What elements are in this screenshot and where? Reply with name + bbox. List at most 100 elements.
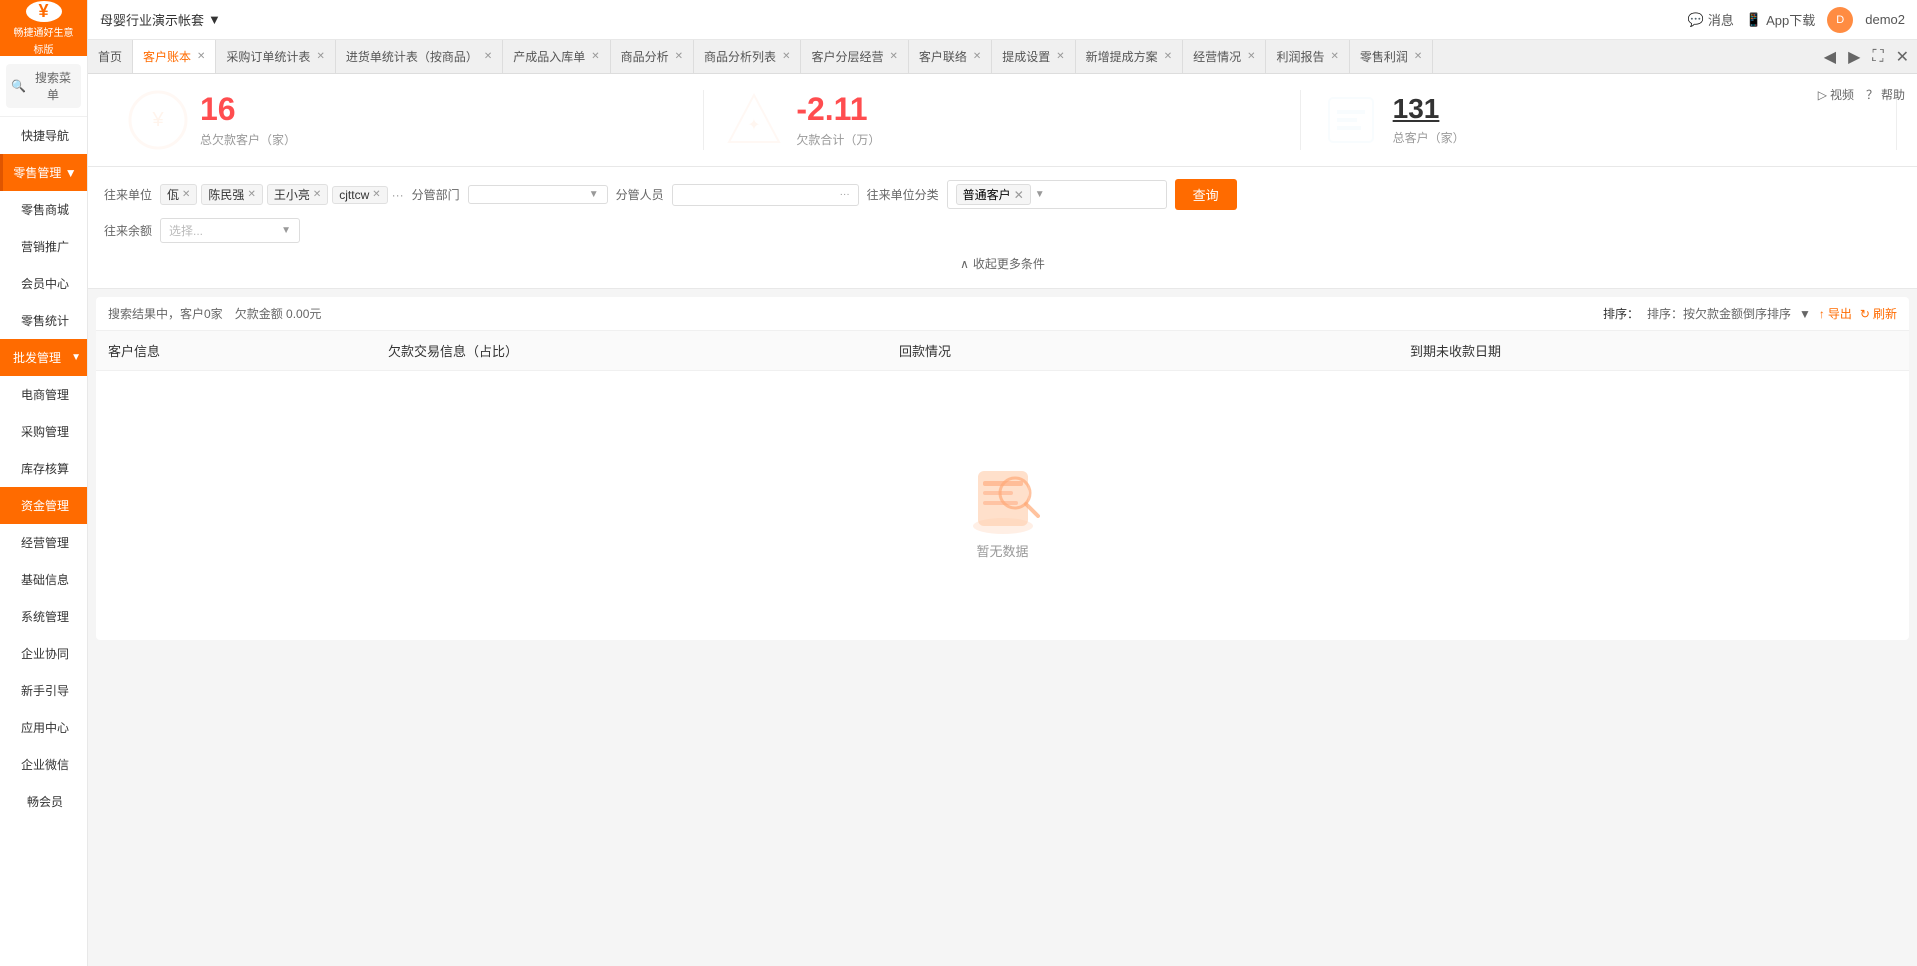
tab-close-icon-10[interactable]: ✕ bbox=[1164, 51, 1172, 62]
query-button[interactable]: 查询 bbox=[1175, 179, 1237, 210]
unit-label: 往来单位 bbox=[104, 186, 152, 203]
sidebar-item-quick-nav[interactable]: 快捷导航 bbox=[0, 117, 87, 154]
sidebar-item-inventory[interactable]: 库存核算 bbox=[0, 450, 87, 487]
tab-close-icon-3[interactable]: ✕ bbox=[484, 51, 492, 62]
tab-retail-profit[interactable]: 零售利润 ✕ bbox=[1350, 40, 1433, 74]
sidebar-item-retail-mall[interactable]: 零售商城 bbox=[0, 191, 87, 228]
card2-label: 欠款合计（万） bbox=[796, 131, 880, 148]
tab-customer-segments[interactable]: 客户分层经营 ✕ bbox=[801, 40, 908, 74]
sort-arrow-icon[interactable]: ▼ bbox=[1799, 307, 1811, 321]
sidebar-item-retail-mgmt[interactable]: 零售管理 ▼ bbox=[0, 154, 87, 191]
tab-scroll-right-icon[interactable]: ▶ bbox=[1844, 45, 1864, 69]
unit-type-select[interactable]: 普通客户 ✕ ▼ bbox=[947, 180, 1167, 209]
balance-placeholder: 选择... bbox=[169, 222, 277, 239]
tab-promotion-settings[interactable]: 提成设置 ✕ bbox=[992, 40, 1075, 74]
sidebar-item-marketing[interactable]: 营销推广 bbox=[0, 228, 87, 265]
person-input-field[interactable] bbox=[681, 188, 836, 202]
tab-product-analysis[interactable]: 商品分析 ✕ bbox=[611, 40, 694, 74]
unit-type-label: 往来单位分类 bbox=[867, 186, 939, 203]
tab-maximize-icon[interactable]: ⛶ bbox=[1868, 46, 1887, 68]
tab-close-icon-13[interactable]: ✕ bbox=[1414, 51, 1422, 62]
quick-nav-label: 快捷导航 bbox=[21, 129, 69, 143]
sidebar-item-finance[interactable]: 资金管理 bbox=[0, 487, 87, 524]
retail-mgmt-label: 零售管理 bbox=[13, 166, 61, 180]
sidebar-item-wholesale-mgmt[interactable]: 批发管理 ▼ bbox=[0, 339, 87, 376]
tab-close-icon-6[interactable]: ✕ bbox=[782, 51, 790, 62]
tab-customer-contact[interactable]: 客户联络 ✕ bbox=[909, 40, 992, 74]
search-menu-button[interactable]: 🔍 搜索菜单 bbox=[6, 64, 81, 108]
tab-customer-accounts[interactable]: 客户账本 ✕ bbox=[133, 40, 216, 74]
sidebar-item-enterprise-collab[interactable]: 企业协同 bbox=[0, 635, 87, 672]
tab-new-promotion-plan[interactable]: 新增提成方案 ✕ bbox=[1076, 40, 1183, 74]
tag-wangxiaoliang-close[interactable]: ✕ bbox=[313, 189, 321, 200]
sidebar-item-member-pro[interactable]: 畅会员 bbox=[0, 783, 87, 820]
tab-promotion-settings-label: 提成设置 bbox=[1002, 48, 1050, 65]
tab-scroll-left-icon[interactable]: ◀ bbox=[1820, 45, 1840, 69]
tag-chenminqiang-close[interactable]: ✕ bbox=[247, 189, 255, 200]
sidebar-logo: ¥ 畅捷通好生意 标版 bbox=[0, 0, 87, 56]
tab-purchase-orders[interactable]: 采购订单统计表 ✕ bbox=[216, 40, 335, 74]
summary-cards: ¥ 16 总欠款客户（家） ✦ -2.11 欠款合计（ bbox=[88, 74, 1917, 167]
filter-unit-tags: 佤 ✕ 陈民强 ✕ 王小亮 ✕ cjttcw ✕ ··· bbox=[160, 184, 404, 205]
member-center-label: 会员中心 bbox=[21, 277, 69, 291]
person-more-icon[interactable]: ··· bbox=[840, 189, 850, 200]
sidebar-item-member-center[interactable]: 会员中心 bbox=[0, 265, 87, 302]
sidebar-item-new-user-guide[interactable]: 新手引导 bbox=[0, 672, 87, 709]
refresh-button[interactable]: ↻ 刷新 bbox=[1860, 305, 1897, 322]
app-download-button[interactable]: 📱 App下载 bbox=[1746, 10, 1815, 29]
tab-production-warehouse-label: 产成品入库单 bbox=[513, 48, 585, 65]
tab-close-icon-2[interactable]: ✕ bbox=[316, 51, 324, 62]
dept-select[interactable]: ▼ bbox=[468, 185, 608, 204]
sidebar-item-retail-stats[interactable]: 零售统计 bbox=[0, 302, 87, 339]
tab-close-icon-8[interactable]: ✕ bbox=[973, 51, 981, 62]
tab-close-icon[interactable]: ✕ bbox=[197, 51, 205, 62]
tab-close-icon-4[interactable]: ✕ bbox=[591, 51, 599, 62]
collapse-button[interactable]: ∧ 收起更多条件 bbox=[104, 251, 1901, 276]
avatar[interactable]: D bbox=[1827, 7, 1853, 33]
tab-close-icon-12[interactable]: ✕ bbox=[1331, 51, 1339, 62]
tab-business-status[interactable]: 经营情况 ✕ bbox=[1183, 40, 1266, 74]
sidebar-item-app-center[interactable]: 应用中心 bbox=[0, 709, 87, 746]
balance-select[interactable]: 选择... ▼ bbox=[160, 218, 300, 243]
export-button[interactable]: ↑ 导出 bbox=[1819, 305, 1852, 322]
sidebar-item-operations[interactable]: 经营管理 bbox=[0, 524, 87, 561]
unit-type-tag: 普通客户 ✕ bbox=[956, 184, 1031, 205]
sidebar-item-enterprise-wechat[interactable]: 企业微信 bbox=[0, 746, 87, 783]
person-input[interactable]: ··· bbox=[672, 184, 859, 206]
tab-incoming-stats[interactable]: 进货单统计表（按商品） ✕ bbox=[336, 40, 503, 74]
tab-production-warehouse[interactable]: 产成品入库单 ✕ bbox=[503, 40, 610, 74]
sidebar-item-purchase[interactable]: 采购管理 bbox=[0, 413, 87, 450]
help-link[interactable]: ？ 帮助 bbox=[1866, 86, 1905, 103]
tab-close-icon-7[interactable]: ✕ bbox=[889, 51, 897, 62]
video-help-link[interactable]: ▷ 视频 bbox=[1818, 86, 1854, 103]
tag-cjttcw-close[interactable]: ✕ bbox=[372, 189, 380, 200]
tab-home[interactable]: 首页 bbox=[88, 40, 133, 74]
logo-symbol: ¥ bbox=[38, 1, 48, 22]
operations-label: 经营管理 bbox=[21, 536, 69, 550]
sidebar-item-ecommerce[interactable]: 电商管理 bbox=[0, 376, 87, 413]
retail-stats-label: 零售统计 bbox=[21, 314, 69, 328]
unit-type-tag-close[interactable]: ✕ bbox=[1014, 188, 1024, 202]
download-icon: 📱 bbox=[1746, 12, 1762, 28]
card1-data: 16 总欠款客户（家） bbox=[200, 92, 296, 148]
tab-close-icon-11[interactable]: ✕ bbox=[1247, 51, 1255, 62]
tab-retail-profit-label: 零售利润 bbox=[1360, 48, 1408, 65]
tab-bar: 首页 客户账本 ✕ 采购订单统计表 ✕ 进货单统计表（按商品） ✕ 产成品入库单… bbox=[88, 40, 1917, 74]
app-selector[interactable]: 母婴行业演示帐套 ▼ bbox=[100, 10, 221, 29]
sidebar-item-basic-info[interactable]: 基础信息 bbox=[0, 561, 87, 598]
tab-close-icon-9[interactable]: ✕ bbox=[1056, 51, 1064, 62]
table-area: 搜索结果中，客户0家 欠款金额 0.00元 排序： 排序：按欠款金额倒序排序 ▼… bbox=[96, 297, 1909, 640]
tab-profit-report[interactable]: 利润报告 ✕ bbox=[1266, 40, 1349, 74]
tab-close-all-icon[interactable]: ✕ bbox=[1892, 45, 1913, 69]
export-icon: ↑ bbox=[1819, 307, 1825, 321]
dept-label: 分管部门 bbox=[412, 186, 460, 203]
sort-value: 排序：按欠款金额倒序排序 bbox=[1647, 305, 1791, 322]
tab-product-analysis-list[interactable]: 商品分析列表 ✕ bbox=[694, 40, 801, 74]
empty-text: 暂无数据 bbox=[976, 541, 1028, 560]
messages-button[interactable]: 💬 消息 bbox=[1688, 10, 1734, 29]
tab-close-icon-5[interactable]: ✕ bbox=[675, 51, 683, 62]
filter-more-btn[interactable]: ··· bbox=[392, 188, 404, 202]
tag-wa-close[interactable]: ✕ bbox=[182, 189, 190, 200]
sidebar-item-system-mgmt[interactable]: 系统管理 bbox=[0, 598, 87, 635]
dropdown-arrow-icon: ▼ bbox=[208, 12, 221, 27]
